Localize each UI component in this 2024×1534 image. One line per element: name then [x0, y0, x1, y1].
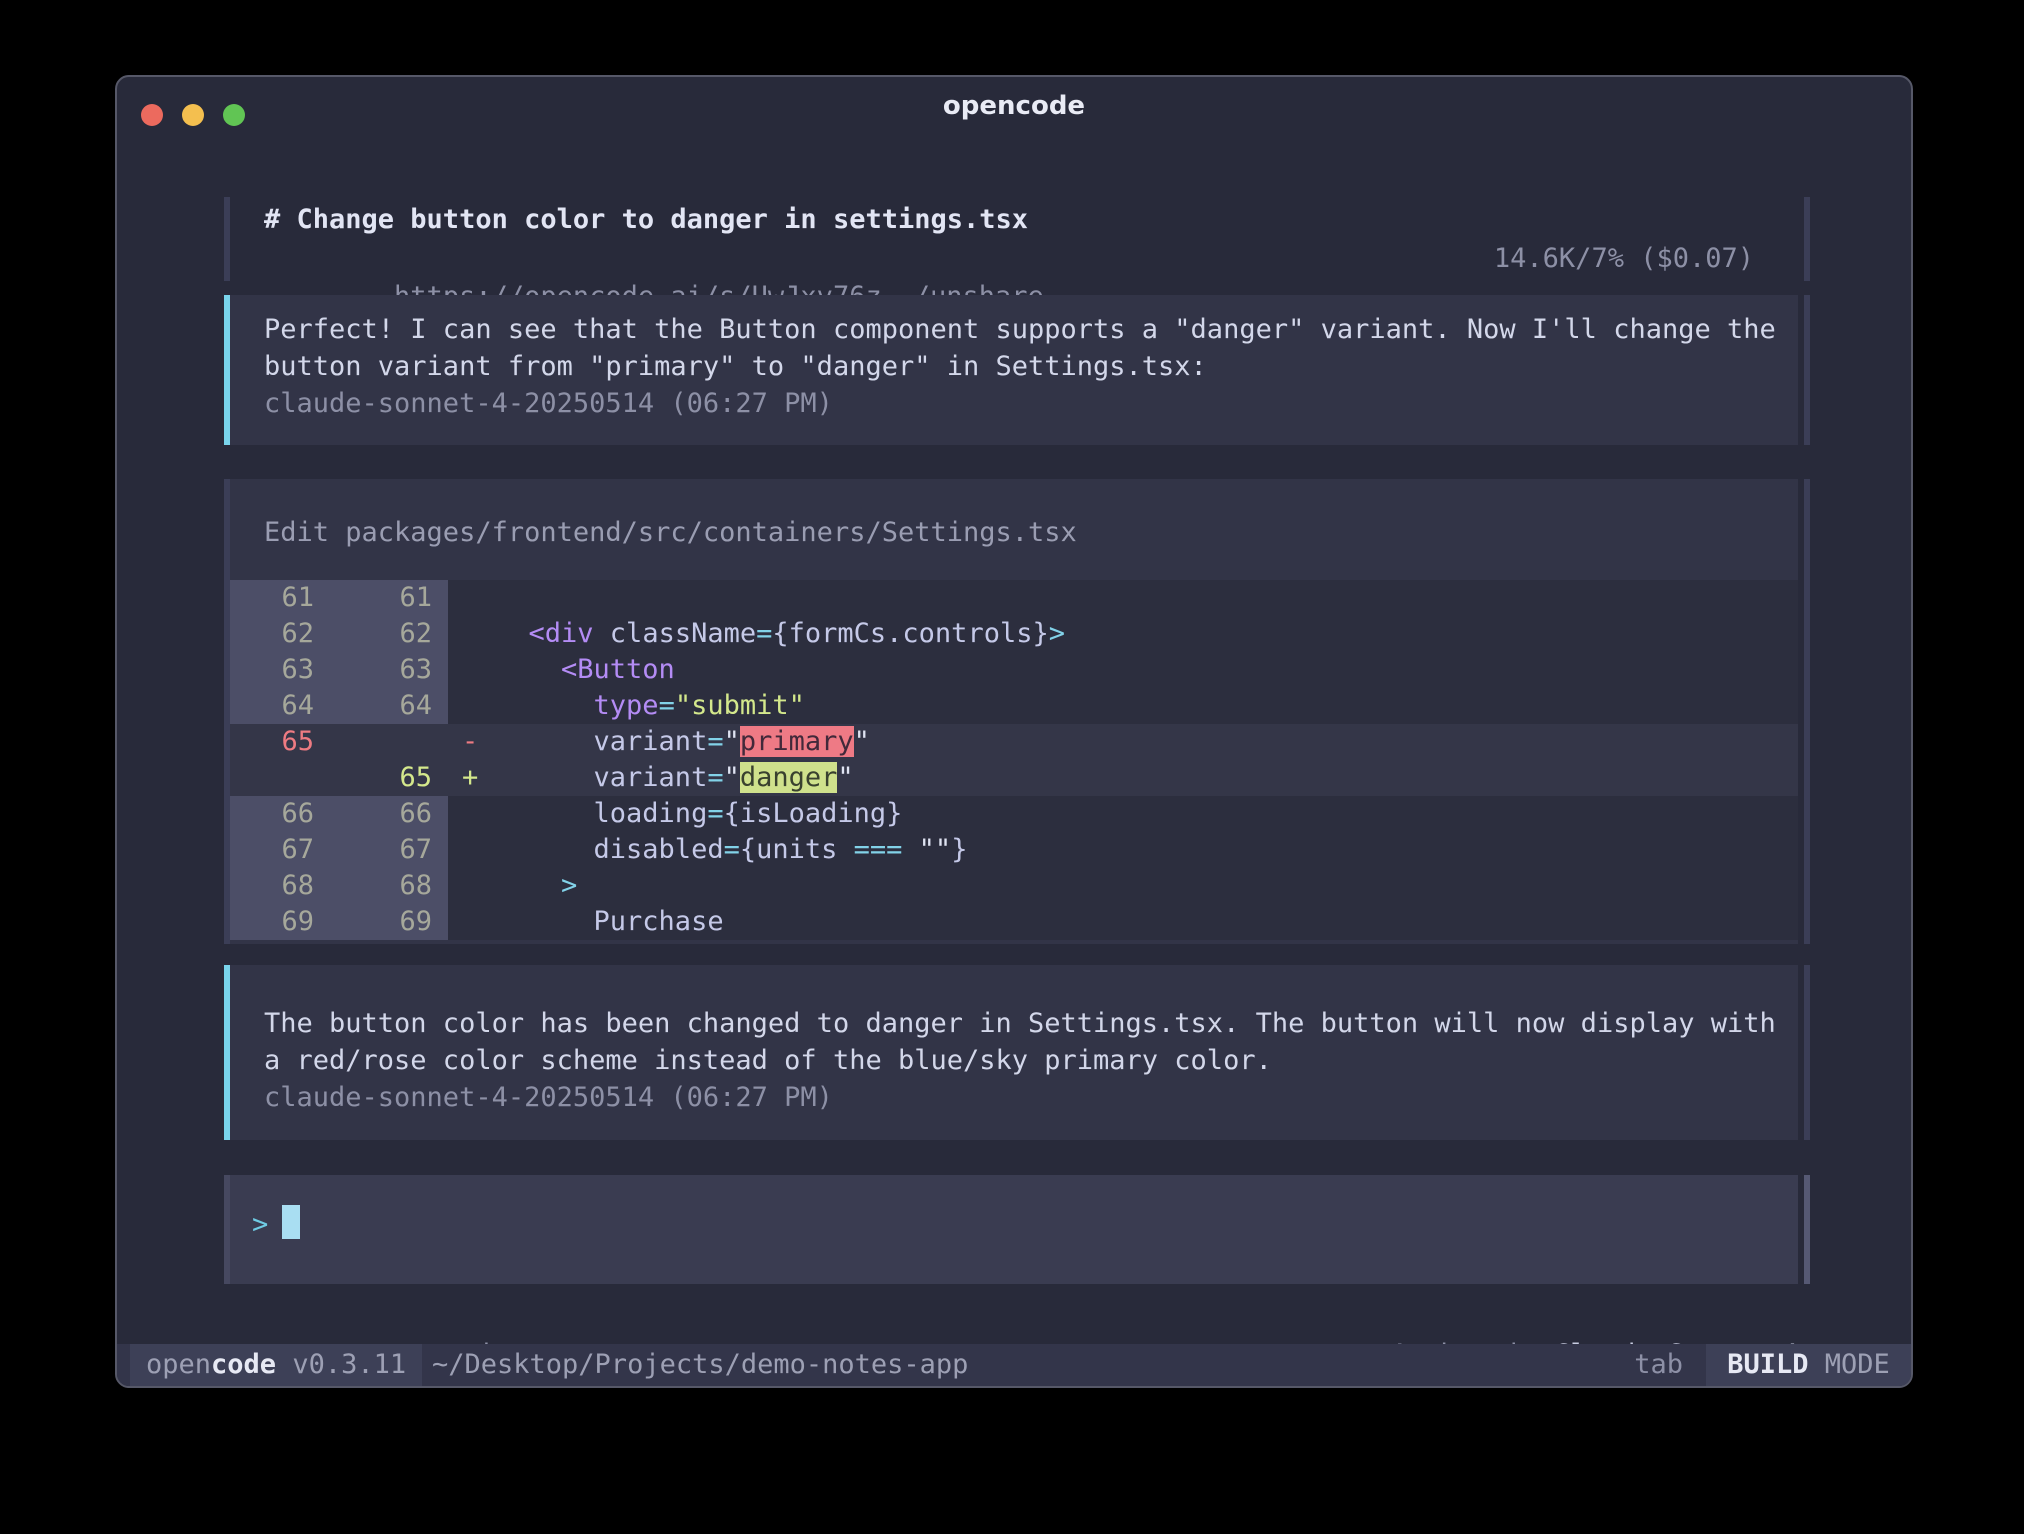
diff-row: 6262 <div className={formCs.controls}> [230, 616, 1798, 652]
app-name-open: open [146, 1349, 211, 1380]
hints-row: enter send Anthropic Claude Sonnet 4 [224, 1295, 1810, 1335]
diff-row: 6969 Purchase [230, 904, 1798, 940]
app-name-code: code [211, 1349, 276, 1380]
opencode-window: opencode # Change button color to danger… [115, 75, 1913, 1388]
message-text: Perfect! I can see that the Button compo… [264, 311, 1798, 385]
prompt-input[interactable]: > [224, 1175, 1810, 1284]
app-version-chip: opencode v0.3.11 [130, 1344, 422, 1386]
diff-row: 6161 [230, 580, 1798, 616]
diff-view: 61616262 <div className={formCs.controls… [230, 580, 1798, 940]
edit-tool-block: Edit packages/frontend/src/containers/Se… [224, 479, 1810, 944]
session-header-right-border [1804, 197, 1810, 281]
tab-key-hint: tab [1634, 1344, 1683, 1386]
text-cursor [282, 1205, 300, 1239]
message-right-border [1804, 295, 1810, 445]
message-text: The button color has been changed to dan… [264, 1005, 1798, 1079]
tool-right-border [1804, 479, 1810, 944]
diff-row: 6868 > [230, 868, 1798, 904]
diff-row: 6767 disabled={units === ""} [230, 832, 1798, 868]
assistant-message-2: The button color has been changed to dan… [224, 965, 1810, 1140]
mode-secondary: MODE [1825, 1349, 1890, 1380]
session-header: # Change button color to danger in setti… [224, 197, 1810, 281]
diff-row: 65+ variant="danger" [230, 760, 1798, 796]
titlebar: opencode [117, 77, 1911, 135]
assistant-message-1: Perfect! I can see that the Button compo… [224, 295, 1810, 445]
tool-title: Edit packages/frontend/src/containers/Se… [230, 479, 1798, 553]
diff-row: 6464 type="submit" [230, 688, 1798, 724]
mode-toggle[interactable]: BUILD MODE [1706, 1344, 1911, 1386]
diff-row: 6363 <Button [230, 652, 1798, 688]
prompt-symbol: > [252, 1209, 268, 1240]
working-directory: ~/Desktop/Projects/demo-notes-app [432, 1344, 968, 1386]
message-right-border [1804, 965, 1810, 1140]
app-version: v0.3.11 [292, 1349, 406, 1380]
status-bar: opencode v0.3.11 ~/Desktop/Projects/demo… [117, 1344, 1911, 1386]
input-right-border [1804, 1175, 1810, 1284]
diff-row: 65- variant="primary" [230, 724, 1798, 760]
session-title: # Change button color to danger in setti… [264, 200, 1798, 240]
mode-primary: BUILD [1727, 1349, 1808, 1380]
window-title: opencode [117, 91, 1911, 121]
message-meta: claude-sonnet-4-20250514 (06:27 PM) [264, 385, 1798, 422]
message-meta: claude-sonnet-4-20250514 (06:27 PM) [264, 1079, 1798, 1116]
context-stats: 14.6K/7% ($0.07) [1494, 240, 1754, 278]
diff-row: 6666 loading={isLoading} [230, 796, 1798, 832]
